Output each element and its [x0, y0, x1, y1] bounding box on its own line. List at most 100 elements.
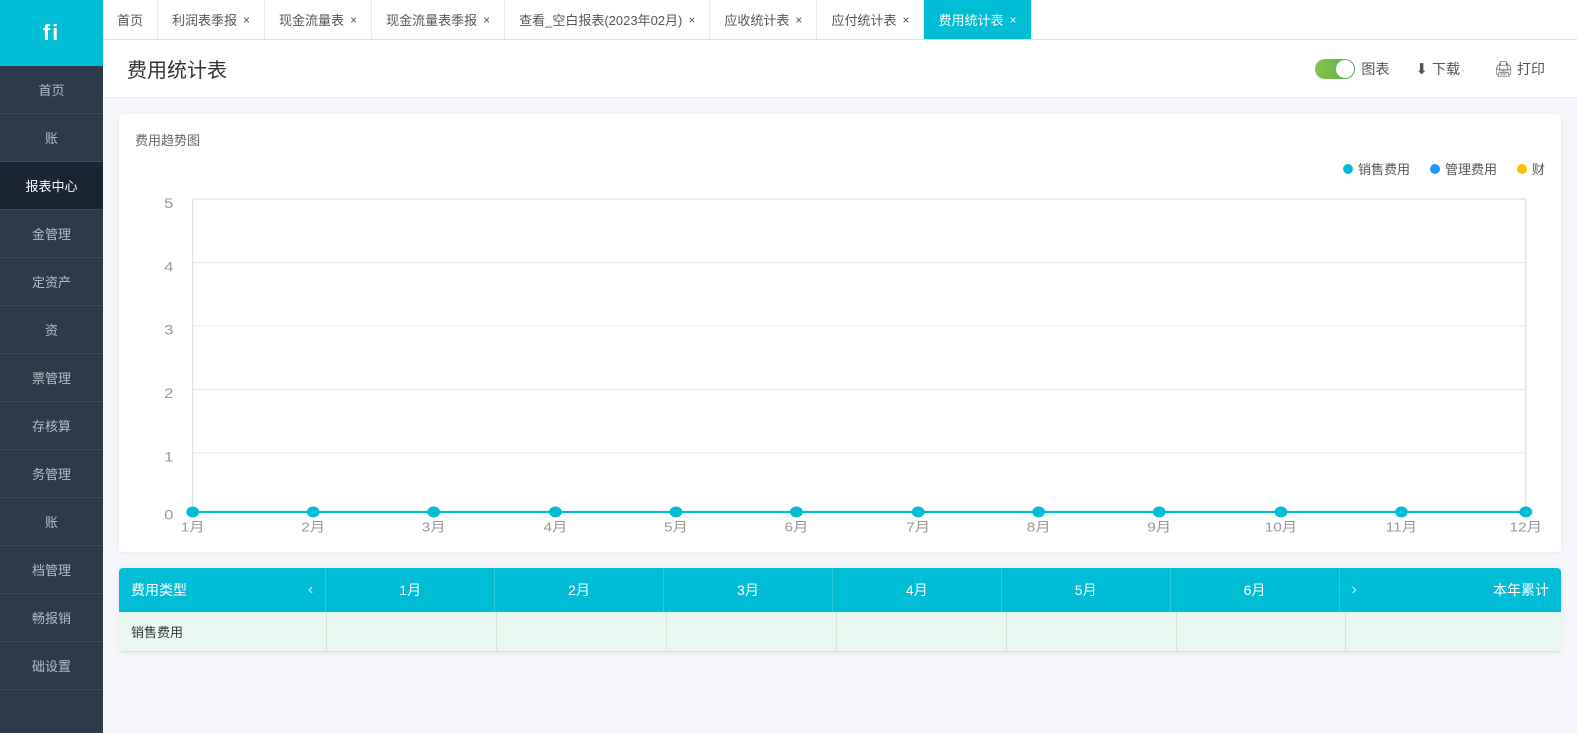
tab-3[interactable]: 现金流量表季报 ×: [372, 0, 505, 40]
tab-close-icon[interactable]: ×: [902, 14, 909, 26]
th-type: 费用类型 ‹: [119, 568, 326, 612]
tab-bar: 首页 利润表季报 × 现金流量表 × 现金流量表季报 × 查看_空白报表(2023年02月) ×…: [103, 0, 1577, 40]
th-month-6: 6月: [1171, 568, 1340, 612]
td-m4: [837, 612, 1007, 651]
svg-text:9月: 9月: [1147, 521, 1171, 536]
tab-2[interactable]: 现金流量表 ×: [265, 0, 372, 40]
tab-5[interactable]: 应收统计表 ×: [710, 0, 817, 40]
th-month-4: 4月: [833, 568, 1002, 612]
next-month-arrow[interactable]: ›: [1352, 581, 1357, 599]
legend-label-1: 管理费用: [1445, 159, 1497, 178]
tab-close-icon[interactable]: ×: [350, 14, 357, 26]
legend-item-0: 销售费用: [1343, 159, 1410, 178]
th-month-1: 1月: [326, 568, 495, 612]
svg-text:3: 3: [164, 323, 173, 339]
sidebar-nav: 首页账报表中心金管理定资产资票管理存核算务管理账档管理畅报销础设置: [0, 66, 103, 733]
th-total: › 本年累计: [1340, 568, 1561, 612]
prev-month-arrow[interactable]: ‹: [308, 581, 313, 599]
svg-text:2: 2: [164, 386, 173, 402]
tab-6[interactable]: 应付统计表 ×: [817, 0, 924, 40]
tab-label: 首页: [117, 10, 143, 29]
sidebar-item-1[interactable]: 账: [0, 114, 103, 162]
legend-item-1: 管理费用: [1430, 159, 1497, 178]
print-icon: 🖨: [1494, 60, 1513, 78]
tab-0[interactable]: 首页: [103, 0, 158, 40]
legend-dot-1: [1430, 164, 1440, 174]
td-m5: [1007, 612, 1177, 651]
sidebar-item-4[interactable]: 定资产: [0, 258, 103, 306]
svg-text:5: 5: [164, 196, 173, 212]
svg-text:1月: 1月: [181, 521, 205, 536]
page-header: 费用统计表 图表 ⬇ 下载 🖨 打印: [103, 40, 1577, 98]
chart-title: 费用趋势图: [135, 130, 1545, 149]
table-row: 销售费用: [119, 612, 1561, 652]
download-label: 下载: [1432, 59, 1460, 79]
download-button[interactable]: ⬇ 下载: [1407, 55, 1468, 83]
td-type: 销售费用: [119, 612, 327, 651]
toggle-thumb: [1336, 60, 1354, 78]
sidebar-item-10[interactable]: 档管理: [0, 546, 103, 594]
tab-close-icon[interactable]: ×: [243, 14, 250, 26]
tab-label: 费用统计表: [938, 10, 1003, 29]
svg-text:2月: 2月: [301, 521, 325, 536]
sidebar-item-11[interactable]: 畅报销: [0, 594, 103, 642]
svg-text:4月: 4月: [543, 521, 567, 536]
sidebar-item-5[interactable]: 资: [0, 306, 103, 354]
tab-close-icon[interactable]: ×: [795, 14, 802, 26]
svg-text:3月: 3月: [422, 521, 446, 536]
sidebar-item-9[interactable]: 账: [0, 498, 103, 546]
tab-label: 利润表季报: [172, 10, 237, 29]
svg-text:0: 0: [164, 508, 173, 524]
td-m2: [497, 612, 667, 651]
main-area: 首页 利润表季报 × 现金流量表 × 现金流量表季报 × 查看_空白报表(2023年02月) ×…: [103, 0, 1577, 733]
sidebar-item-6[interactable]: 票管理: [0, 354, 103, 402]
toggle-track: [1315, 59, 1355, 79]
chart-legend: 销售费用 管理费用 财: [135, 159, 1545, 178]
tab-label: 应收统计表: [724, 10, 789, 29]
svg-text:7月: 7月: [906, 521, 930, 536]
tab-7[interactable]: 费用统计表 ×: [924, 0, 1031, 40]
sidebar-item-12[interactable]: 础设置: [0, 642, 103, 690]
svg-text:10月: 10月: [1265, 521, 1297, 536]
th-total-label: 本年累计: [1493, 580, 1549, 600]
print-button[interactable]: 🖨 打印: [1486, 55, 1553, 83]
svg-text:1: 1: [164, 450, 173, 466]
svg-text:6月: 6月: [784, 521, 808, 536]
tab-label: 现金流量表: [279, 10, 344, 29]
tab-close-icon[interactable]: ×: [688, 14, 695, 26]
tab-1[interactable]: 利润表季报 ×: [158, 0, 265, 40]
td-m3: [667, 612, 837, 651]
sidebar: fi 首页账报表中心金管理定资产资票管理存核算务管理账档管理畅报销础设置: [0, 0, 103, 733]
sidebar-item-3[interactable]: 金管理: [0, 210, 103, 258]
sidebar-item-2[interactable]: 报表中心: [0, 162, 103, 210]
svg-text:12月: 12月: [1510, 521, 1542, 536]
legend-dot-0: [1343, 164, 1353, 174]
sidebar-item-0[interactable]: 首页: [0, 66, 103, 114]
download-icon: ⬇: [1415, 60, 1428, 78]
legend-item-2: 财: [1517, 159, 1545, 178]
th-month-5: 5月: [1002, 568, 1171, 612]
line-chart: 5 4 3 2 1 0: [135, 186, 1545, 536]
svg-text:4: 4: [164, 259, 174, 275]
legend-dot-2: [1517, 164, 1527, 174]
table-header: 费用类型 ‹ 1月 2月 3月 4月 5月 6月 › 本年累计: [119, 568, 1561, 612]
sidebar-item-7[interactable]: 存核算: [0, 402, 103, 450]
tab-close-icon[interactable]: ×: [1009, 14, 1016, 26]
tab-label: 查看_空白报表(2023年02月): [519, 10, 682, 29]
page-content: 费用统计表 图表 ⬇ 下载 🖨 打印: [103, 40, 1577, 733]
sidebar-item-8[interactable]: 务管理: [0, 450, 103, 498]
tab-label: 应付统计表: [831, 10, 896, 29]
chart-toggle[interactable]: 图表: [1315, 59, 1389, 79]
tab-close-icon[interactable]: ×: [483, 14, 490, 26]
header-actions: 图表 ⬇ 下载 🖨 打印: [1315, 55, 1553, 83]
sidebar-logo: fi: [0, 0, 103, 66]
th-month-2: 2月: [495, 568, 664, 612]
toggle-label: 图表: [1361, 59, 1389, 79]
tab-4[interactable]: 查看_空白报表(2023年02月) ×: [505, 0, 710, 40]
page-title: 费用统计表: [127, 54, 227, 83]
tab-label: 现金流量表季报: [386, 10, 477, 29]
chart-section: 费用趋势图 销售费用 管理费用 财 5 4 3 2 1 0: [119, 114, 1561, 552]
th-type-label: 费用类型: [131, 580, 187, 600]
td-m1: [327, 612, 497, 651]
legend-label-2: 财: [1532, 159, 1545, 178]
